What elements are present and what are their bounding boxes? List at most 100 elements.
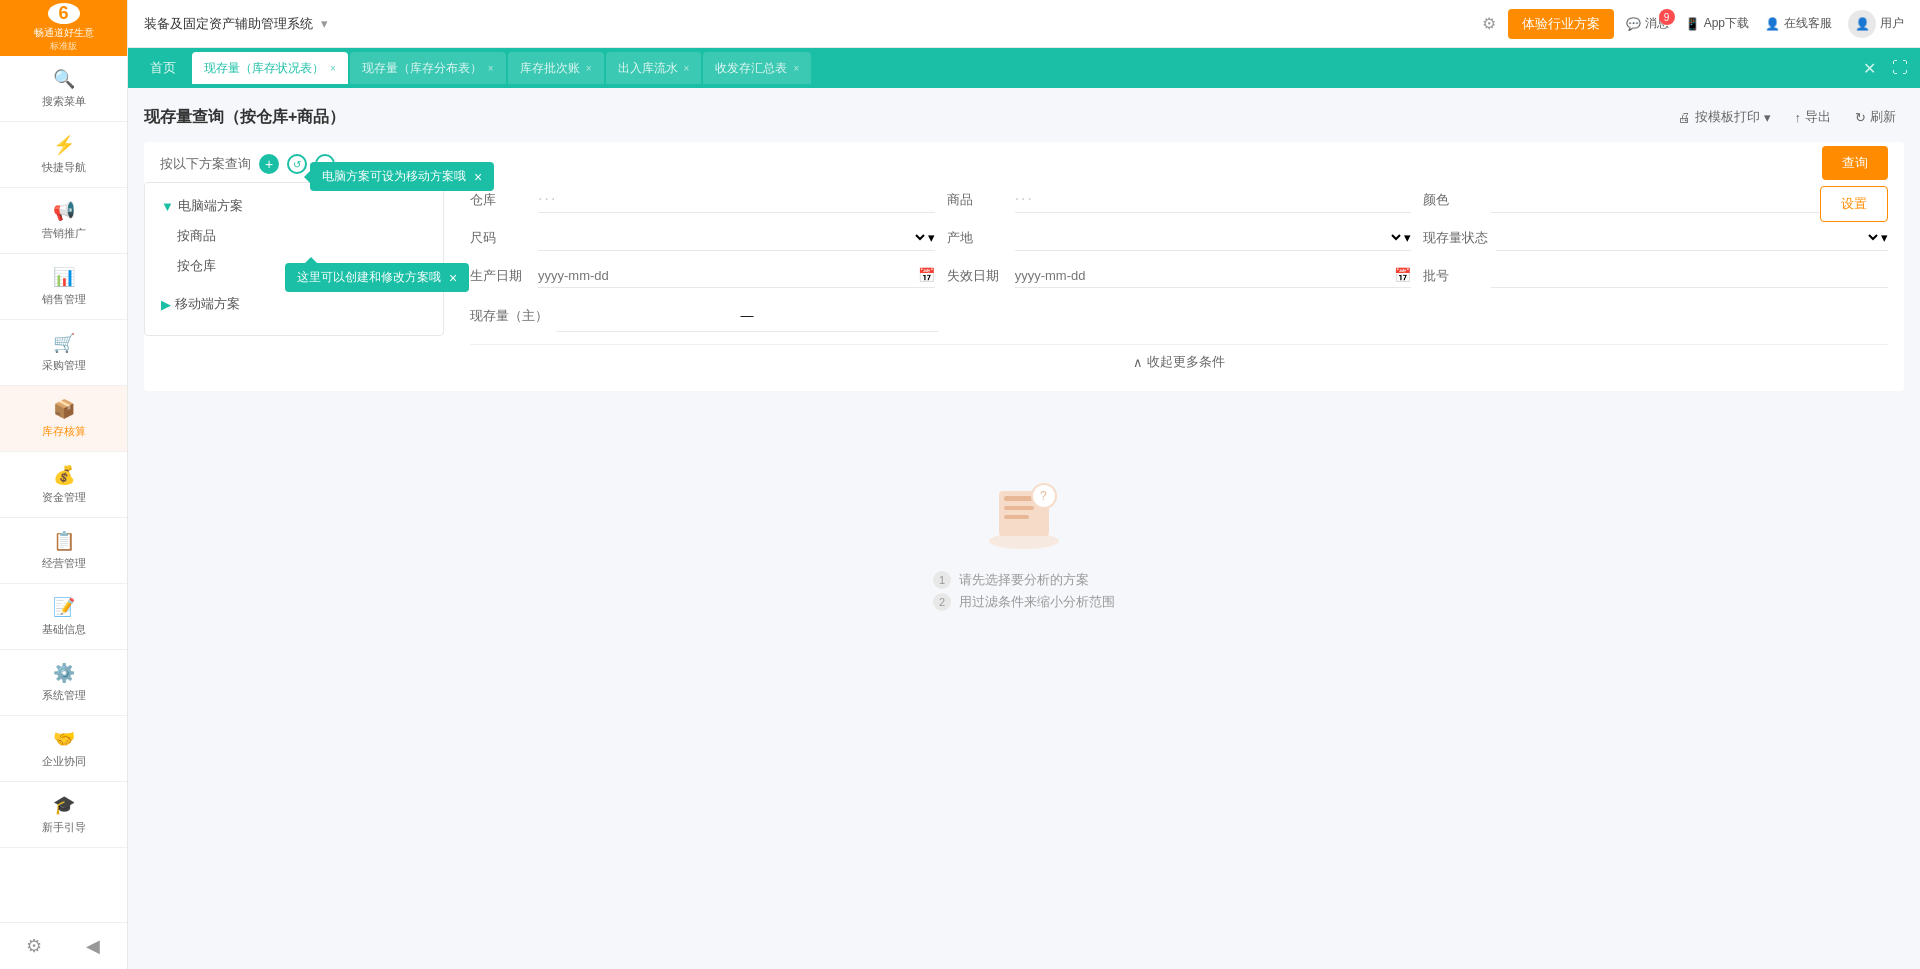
tab-flow[interactable]: 出入库流水 × — [606, 52, 702, 84]
tip-num-1: 1 — [933, 571, 951, 589]
sidebar-nav: 🔍 搜索菜单 ⚡ 快捷导航 📢 营销推广 📊 销售管理 🛒 采购管理 📦 库存核… — [0, 56, 127, 922]
system-name-dropdown-icon[interactable]: ▾ — [321, 16, 328, 31]
prod-date-input[interactable] — [538, 268, 914, 283]
search-button[interactable]: 查询 — [1822, 146, 1888, 180]
size-label: 尺码 — [470, 229, 530, 247]
stock-qty-separator: — — [740, 308, 753, 323]
expire-date-input[interactable] — [1015, 268, 1391, 283]
page-content: 现存量查询（按仓库+商品） 🖨 按模板打印 ▾ ↑ 导出 ↻ 刷新 — [128, 88, 1920, 969]
stock-qty-max-input[interactable] — [761, 304, 937, 327]
tab-inventory-dist[interactable]: 现存量（库存分布表） × — [350, 52, 506, 84]
tab-summary-close[interactable]: × — [793, 63, 799, 74]
filter-row-4: 现存量（主） — — [470, 300, 1888, 332]
page-actions: 🖨 按模板打印 ▾ ↑ 导出 ↻ 刷新 — [1670, 104, 1905, 130]
scheme-item-by-product-label: 按商品 — [177, 228, 216, 243]
scheme-desktop-header[interactable]: ▼ 电脑端方案 — [153, 191, 435, 221]
collapse-filter-button[interactable]: ∧ 收起更多条件 — [470, 344, 1888, 379]
size-select[interactable] — [538, 229, 928, 246]
user-item[interactable]: 👤 用户 — [1848, 10, 1904, 38]
prod-date-input-wrapper[interactable]: 📅 — [538, 263, 935, 288]
expire-date-label: 失效日期 — [947, 267, 1007, 285]
print-button[interactable]: 🖨 按模板打印 ▾ — [1670, 104, 1779, 130]
sidebar-logo: 6 畅通道好生意 标准版 — [0, 0, 127, 56]
sidebar-footer: ⚙ ◀ — [0, 922, 127, 969]
stock-status-dropdown-icon: ▾ — [1881, 230, 1888, 245]
sidebar-item-base[interactable]: 📝 基础信息 — [0, 584, 127, 650]
tab-flow-close[interactable]: × — [684, 63, 690, 74]
message-icon: 💬 — [1626, 17, 1641, 31]
prod-date-label: 生产日期 — [470, 267, 530, 285]
tab-batch[interactable]: 库存批次账 × — [508, 52, 604, 84]
expire-date-input-wrapper[interactable]: 📅 — [1015, 263, 1412, 288]
filter-add-button[interactable]: + — [259, 154, 279, 174]
svg-rect-4 — [1004, 515, 1029, 519]
sidebar-item-enterprise[interactable]: 🤝 企业协同 — [0, 716, 127, 782]
tab-flow-label: 出入库流水 — [618, 60, 678, 77]
sidebar-item-finance[interactable]: 💰 资金管理 — [0, 452, 127, 518]
batch-field: 批号 — [1423, 263, 1888, 288]
sidebar-item-sales[interactable]: 📊 销售管理 — [0, 254, 127, 320]
empty-illustration: ? — [974, 471, 1074, 551]
sidebar-item-system[interactable]: ⚙️ 系统管理 — [0, 650, 127, 716]
sidebar: 6 畅通道好生意 标准版 🔍 搜索菜单 ⚡ 快捷导航 📢 营销推广 📊 销售管理… — [0, 0, 128, 969]
sidebar-item-inventory[interactable]: 📦 库存核算 — [0, 386, 127, 452]
filter-header: 按以下方案查询 + ↺ ← 电脑方案可设为移动方案哦 × 查询 设置 — [160, 154, 1888, 174]
expire-date-calendar-icon[interactable]: 📅 — [1394, 267, 1411, 283]
app-download-item[interactable]: 📱 App下载 — [1685, 15, 1749, 32]
empty-tip-1: 1 请先选择要分析的方案 — [933, 571, 1115, 589]
tab-home[interactable]: 首页 — [136, 52, 190, 84]
sidebar-collapse-button[interactable]: ◀ — [68, 931, 120, 961]
avatar-icon: 👤 — [1855, 17, 1870, 31]
export-button[interactable]: ↑ 导出 — [1787, 104, 1840, 130]
home-tab-label: 首页 — [150, 59, 176, 77]
sidebar-item-marketing[interactable]: 📢 营销推广 — [0, 188, 127, 254]
prod-date-calendar-icon[interactable]: 📅 — [918, 267, 935, 283]
sales-icon: 📊 — [53, 266, 75, 288]
reset-button[interactable]: 设置 — [1820, 186, 1888, 222]
tab-batch-close[interactable]: × — [586, 63, 592, 74]
refresh-button[interactable]: ↻ 刷新 — [1847, 104, 1904, 130]
close-all-tabs-button[interactable]: ✕ — [1859, 55, 1880, 82]
online-service-item[interactable]: 👤 在线客服 — [1765, 15, 1832, 32]
scheme-item-by-product[interactable]: 按商品 — [153, 221, 435, 251]
tabs-bar: 首页 现存量（库存状况表） × 现存量（库存分布表） × 库存批次账 × 出入库… — [128, 48, 1920, 88]
origin-label: 产地 — [947, 229, 1007, 247]
tooltip-1-close[interactable]: × — [474, 169, 482, 185]
sidebar-item-quick[interactable]: ⚡ 快捷导航 — [0, 122, 127, 188]
filter-panel: 按以下方案查询 + ↺ ← 电脑方案可设为移动方案哦 × 查询 设置 — [144, 142, 1904, 391]
origin-select-wrapper[interactable]: ▾ — [1015, 225, 1412, 251]
page-title: 现存量查询（按仓库+商品） — [144, 107, 345, 128]
scheme-sidebar: 这里可以创建和修改方案哦 × ▼ 电脑端方案 按商品 按仓库 — [144, 182, 444, 336]
message-item[interactable]: 💬 消息 9 — [1626, 15, 1669, 32]
print-icon: 🖨 — [1678, 110, 1691, 125]
marketing-icon: 📢 — [53, 200, 75, 222]
scheme-desktop-label: 电脑端方案 — [178, 197, 243, 215]
tab-inventory-status-close[interactable]: × — [330, 63, 336, 74]
sidebar-item-search[interactable]: 🔍 搜索菜单 — [0, 56, 127, 122]
batch-input[interactable] — [1491, 264, 1888, 288]
stock-qty-min-input[interactable] — [556, 304, 732, 327]
product-field: 商品 ··· — [947, 186, 1412, 213]
empty-state: ? 1 请先选择要分析的方案 2 用过滤条件来缩小分析范围 — [144, 391, 1904, 695]
sidebar-item-business[interactable]: 📋 经营管理 — [0, 518, 127, 584]
size-select-wrapper[interactable]: ▾ — [538, 225, 935, 251]
industry-button[interactable]: 体验行业方案 — [1508, 9, 1614, 39]
scheme-mobile-header[interactable]: ▶ 移动端方案 — [153, 289, 435, 319]
warehouse-field: 仓库 ··· — [470, 186, 935, 213]
expire-date-field: 失效日期 📅 — [947, 263, 1412, 288]
tab-inventory-dist-close[interactable]: × — [488, 63, 494, 74]
tab-inventory-status[interactable]: 现存量（库存状况表） × — [192, 52, 348, 84]
sidebar-settings-button[interactable]: ⚙ — [8, 931, 60, 961]
app-download-label: App下载 — [1704, 15, 1749, 32]
tab-summary[interactable]: 收发存汇总表 × — [703, 52, 811, 84]
stock-status-select-wrapper[interactable]: ▾ — [1496, 225, 1888, 251]
sidebar-item-guide[interactable]: 🎓 新手引导 — [0, 782, 127, 848]
finance-icon: 💰 — [53, 464, 75, 486]
tooltip-1-text: 电脑方案可设为移动方案哦 — [322, 168, 466, 185]
sidebar-item-purchase[interactable]: 🛒 采购管理 — [0, 320, 127, 386]
maximize-button[interactable]: ⛶ — [1888, 55, 1912, 81]
tooltip-2-close[interactable]: × — [449, 270, 457, 286]
origin-select[interactable] — [1015, 229, 1405, 246]
settings-button[interactable]: ⚙ — [1482, 14, 1496, 33]
stock-status-select[interactable] — [1496, 229, 1881, 246]
